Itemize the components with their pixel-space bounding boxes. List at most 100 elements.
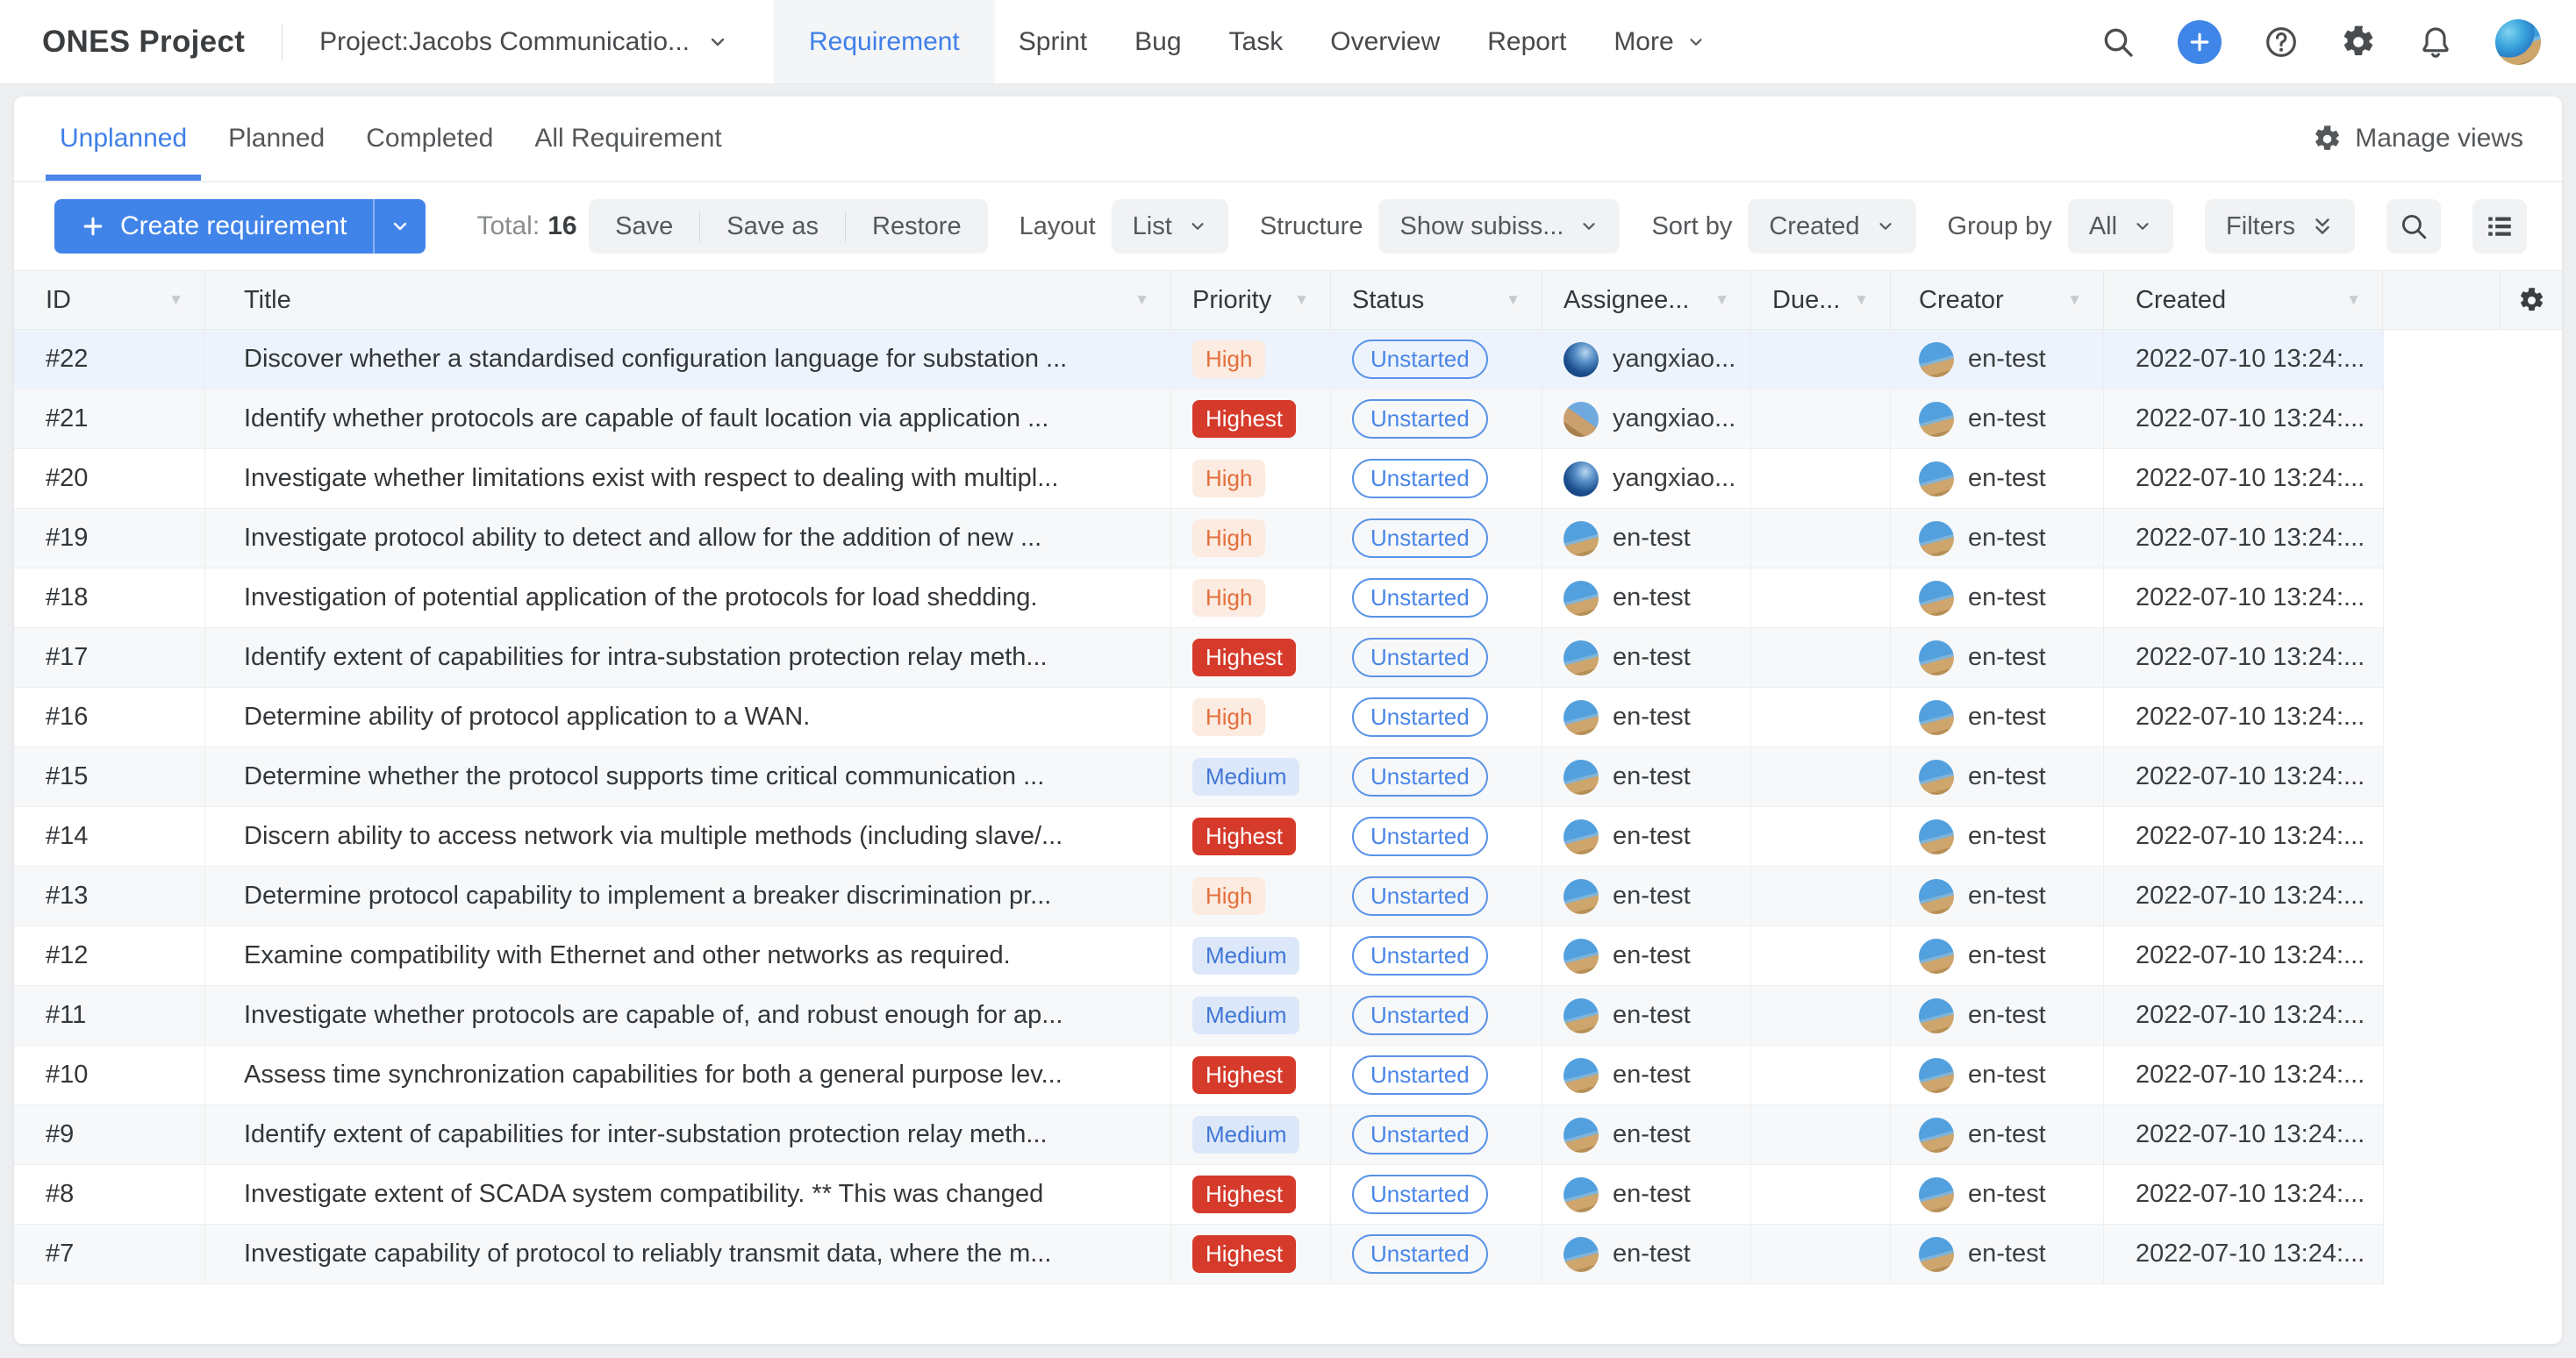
notifications-icon[interactable] xyxy=(2418,25,2453,60)
cell-priority[interactable]: Medium xyxy=(1171,747,1331,806)
view-tab-unplanned[interactable]: Unplanned xyxy=(45,96,202,181)
cell-due[interactable] xyxy=(1751,747,1891,806)
cell-priority[interactable]: High xyxy=(1171,509,1331,568)
cell-due[interactable] xyxy=(1751,1105,1891,1164)
cell-priority[interactable]: High xyxy=(1171,568,1331,627)
column-header-due[interactable]: Due... ▼ xyxy=(1751,271,1891,329)
cell-title[interactable]: Investigate extent of SCADA system compa… xyxy=(205,1165,1171,1224)
cell-title[interactable]: Determine protocol capability to impleme… xyxy=(205,867,1171,926)
column-header-id[interactable]: ID ▼ xyxy=(14,271,205,329)
cell-due[interactable] xyxy=(1751,568,1891,627)
column-filter-icon[interactable]: ▼ xyxy=(2067,291,2082,309)
table-row[interactable]: #17 Identify extent of capabilities for i… xyxy=(14,628,2384,688)
cell-title[interactable]: Investigation of potential application o… xyxy=(205,568,1171,627)
cell-priority[interactable]: Highest xyxy=(1171,628,1331,687)
cell-priority[interactable]: Medium xyxy=(1171,986,1331,1045)
create-requirement-main[interactable]: Create requirement xyxy=(54,199,373,254)
column-header-creator[interactable]: Creator ▼ xyxy=(1891,271,2104,329)
column-filter-icon[interactable]: ▼ xyxy=(1506,291,1521,309)
cell-title[interactable]: Determine whether the protocol supports … xyxy=(205,747,1171,806)
column-header-title[interactable]: Title ▼ xyxy=(205,271,1171,329)
filters-button[interactable]: Filters xyxy=(2205,199,2355,254)
cell-status[interactable]: Unstarted xyxy=(1331,449,1542,508)
table-row[interactable]: #19 Investigate protocol ability to detec… xyxy=(14,509,2384,568)
column-header-assignee[interactable]: Assignee... ▼ xyxy=(1542,271,1751,329)
cell-assignee[interactable]: en-test xyxy=(1542,986,1751,1045)
cell-due[interactable] xyxy=(1751,509,1891,568)
cell-assignee[interactable]: en-test xyxy=(1542,568,1751,627)
cell-status[interactable]: Unstarted xyxy=(1331,926,1542,985)
cell-due[interactable] xyxy=(1751,330,1891,389)
cell-due[interactable] xyxy=(1751,986,1891,1045)
cell-status[interactable]: Unstarted xyxy=(1331,1165,1542,1224)
table-row[interactable]: #10 Assess time synchronization capabilit… xyxy=(14,1046,2384,1105)
save-button[interactable]: Save xyxy=(589,199,699,254)
cell-priority[interactable]: High xyxy=(1171,867,1331,926)
cell-assignee[interactable]: en-test xyxy=(1542,747,1751,806)
view-tab-planned[interactable]: Planned xyxy=(228,96,325,181)
cell-due[interactable] xyxy=(1751,1046,1891,1104)
cell-due[interactable] xyxy=(1751,390,1891,448)
cell-title[interactable]: Investigate whether limitations exist wi… xyxy=(205,449,1171,508)
save-as-button[interactable]: Save as xyxy=(700,199,845,254)
create-requirement-dropdown[interactable] xyxy=(375,199,426,254)
structure-dropdown[interactable]: Show subiss... xyxy=(1378,199,1621,254)
cell-status[interactable]: Unstarted xyxy=(1331,568,1542,627)
cell-due[interactable] xyxy=(1751,449,1891,508)
cell-status[interactable]: Unstarted xyxy=(1331,628,1542,687)
cell-assignee[interactable]: en-test xyxy=(1542,509,1751,568)
table-row[interactable]: #18 Investigation of potential applicatio… xyxy=(14,568,2384,628)
settings-icon[interactable] xyxy=(2341,25,2376,60)
column-filter-icon[interactable]: ▼ xyxy=(2346,291,2361,309)
column-filter-icon[interactable]: ▼ xyxy=(1854,291,1869,309)
cell-title[interactable]: Examine compatibility with Ethernet and … xyxy=(205,926,1171,985)
cell-priority[interactable]: Highest xyxy=(1171,390,1331,448)
table-row[interactable]: #13 Determine protocol capability to impl… xyxy=(14,867,2384,926)
cell-assignee[interactable]: yangxiao... xyxy=(1542,390,1751,448)
project-selector[interactable]: Project:Jacobs Communicatio... xyxy=(319,27,728,57)
cell-assignee[interactable]: en-test xyxy=(1542,1225,1751,1283)
cell-title[interactable]: Determine ability of protocol applicatio… xyxy=(205,688,1171,747)
column-header-created[interactable]: Created ▼ xyxy=(2104,271,2383,329)
cell-assignee[interactable]: en-test xyxy=(1542,807,1751,866)
table-row[interactable]: #8 Investigate extent of SCADA system com… xyxy=(14,1165,2384,1225)
cell-priority[interactable]: Highest xyxy=(1171,1165,1331,1224)
cell-priority[interactable]: High xyxy=(1171,449,1331,508)
cell-title[interactable]: Identify extent of capabilities for inte… xyxy=(205,1105,1171,1164)
cell-status[interactable]: Unstarted xyxy=(1331,1225,1542,1283)
cell-status[interactable]: Unstarted xyxy=(1331,986,1542,1045)
cell-status[interactable]: Unstarted xyxy=(1331,509,1542,568)
global-create-button[interactable] xyxy=(2178,19,2222,64)
column-filter-icon[interactable]: ▼ xyxy=(168,291,183,309)
cell-priority[interactable]: High xyxy=(1171,688,1331,747)
create-requirement-button[interactable]: Create requirement xyxy=(54,199,426,254)
nav-tab-sprint[interactable]: Sprint xyxy=(995,0,1111,83)
cell-priority[interactable]: Highest xyxy=(1171,807,1331,866)
column-filter-icon[interactable]: ▼ xyxy=(1294,291,1309,309)
layout-dropdown[interactable]: List xyxy=(1111,199,1228,254)
cell-due[interactable] xyxy=(1751,807,1891,866)
detail-view-button[interactable] xyxy=(2472,199,2527,254)
nav-tab-report[interactable]: Report xyxy=(1463,0,1590,83)
group-by-dropdown[interactable]: All xyxy=(2067,199,2174,254)
search-icon[interactable] xyxy=(2100,25,2136,60)
cell-assignee[interactable]: en-test xyxy=(1542,1105,1751,1164)
cell-assignee[interactable]: en-test xyxy=(1542,1046,1751,1104)
cell-status[interactable]: Unstarted xyxy=(1331,330,1542,389)
cell-title[interactable]: Investigate capability of protocol to re… xyxy=(205,1225,1171,1283)
help-icon[interactable] xyxy=(2264,25,2299,60)
view-tab-completed[interactable]: Completed xyxy=(366,96,493,181)
table-row[interactable]: #14 Discern ability to access network via… xyxy=(14,807,2384,867)
table-search-button[interactable] xyxy=(2386,199,2441,254)
table-row[interactable]: #9 Identify extent of capabilities for in… xyxy=(14,1105,2384,1165)
view-tab-all-requirement[interactable]: All Requirement xyxy=(534,96,721,181)
nav-tab-requirement[interactable]: Requirement xyxy=(774,0,995,83)
cell-title[interactable]: Identify whether protocols are capable o… xyxy=(205,390,1171,448)
nav-tab-overview[interactable]: Overview xyxy=(1306,0,1463,83)
cell-due[interactable] xyxy=(1751,688,1891,747)
cell-title[interactable]: Discover whether a standardised configur… xyxy=(205,330,1171,389)
table-row[interactable]: #7 Investigate capability of protocol to … xyxy=(14,1225,2384,1284)
cell-status[interactable]: Unstarted xyxy=(1331,1046,1542,1104)
cell-assignee[interactable]: en-test xyxy=(1542,867,1751,926)
cell-title[interactable]: Investigate whether protocols are capabl… xyxy=(205,986,1171,1045)
